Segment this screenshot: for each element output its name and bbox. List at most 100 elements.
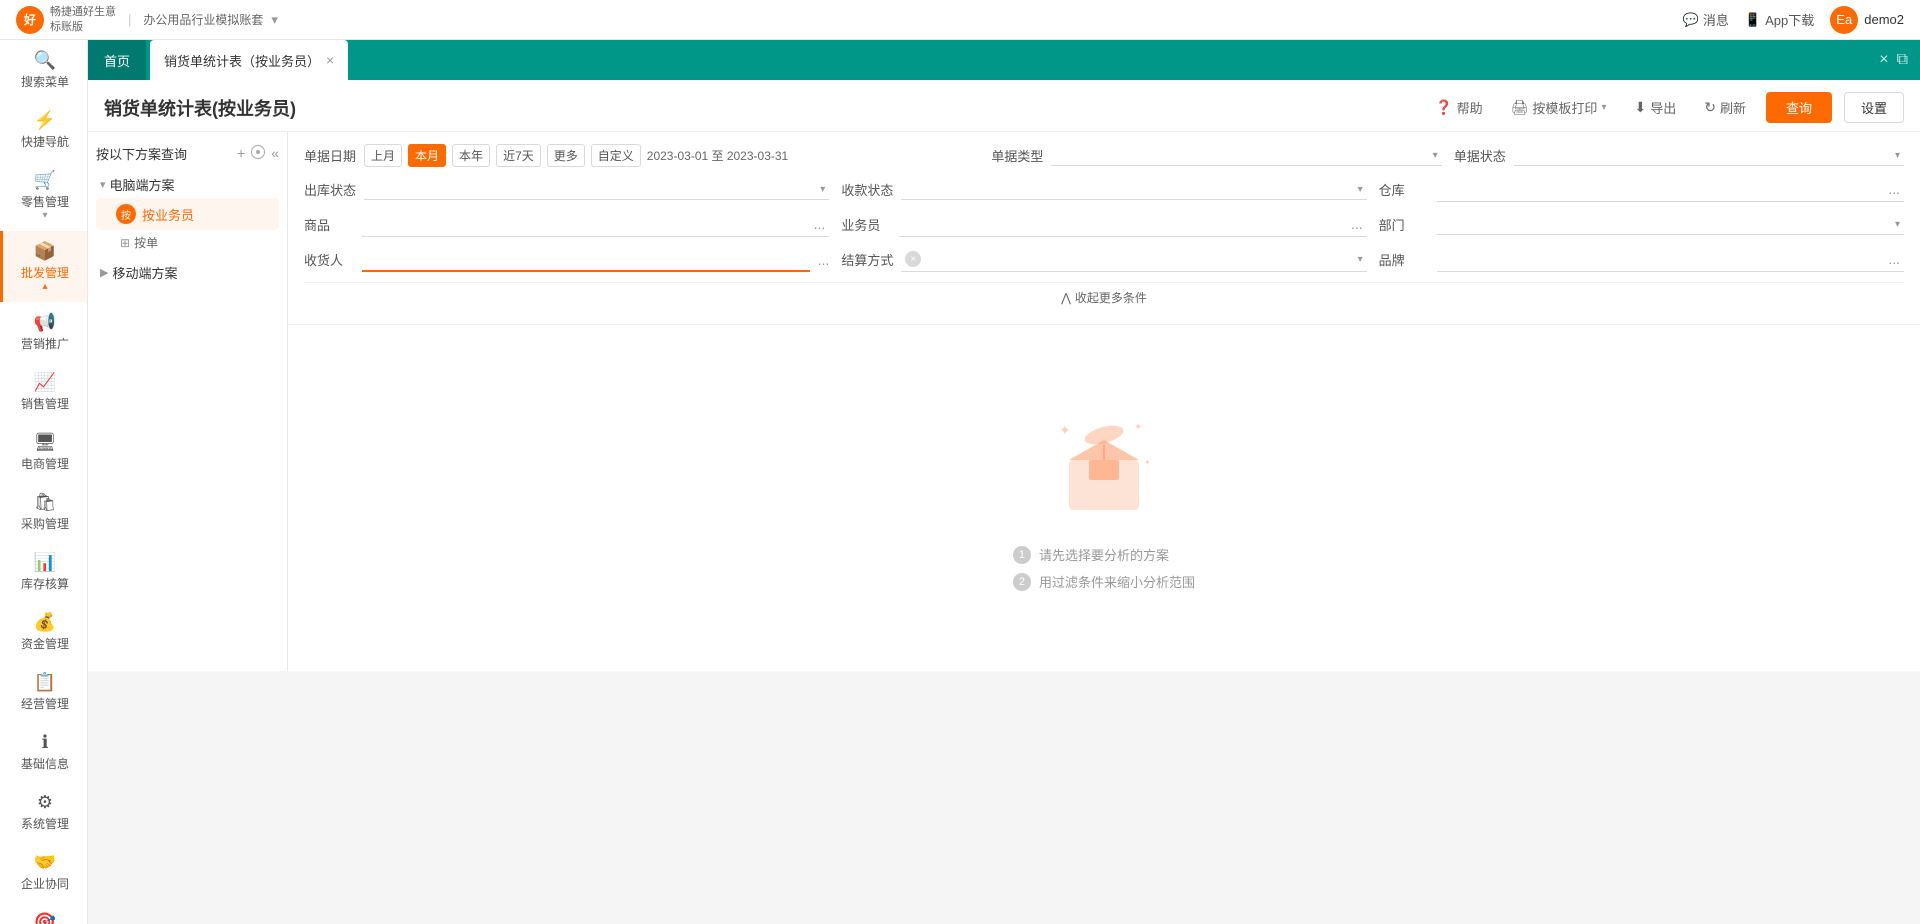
goods-input[interactable]: ... (362, 212, 829, 237)
last-month-btn[interactable]: 上月 (364, 144, 402, 167)
sidebar-item-purchase[interactable]: 🛍 采购管理 (0, 482, 87, 542)
collect-status-select[interactable]: ▾ (901, 180, 1366, 200)
user-area[interactable]: Ea demo2 (1830, 6, 1904, 34)
sidebar-label-ecommerce: 电商管理 (21, 455, 69, 472)
custom-date-btn[interactable]: 自定义 (591, 144, 641, 167)
sidebar-item-system[interactable]: ⚙ 系统管理 (0, 782, 87, 842)
win-restore-btn[interactable]: ⧉ (1897, 51, 1908, 69)
sidebar-label-nav: 快捷导航 (21, 133, 69, 150)
this-month-btn[interactable]: 本月 (408, 144, 446, 167)
message-icon: 💬 (1683, 12, 1699, 28)
more-date-btn[interactable]: 更多 (547, 144, 585, 167)
sidebar-label-inventory: 库存核算 (21, 575, 69, 592)
collapse-bar[interactable]: ⋀ 收起更多条件 (304, 282, 1904, 312)
scheme-active-dot: 按 (116, 204, 136, 224)
left-panel: 按以下方案查询 + « ▾ (88, 132, 288, 671)
message-action[interactable]: 💬 消息 (1683, 10, 1729, 29)
filter-row-1: 单据日期 上月 本月 本年 近7天 更多 自定义 2023-03-01 至 20… (304, 144, 1904, 167)
doc-status-select[interactable]: ▾ (1514, 146, 1904, 166)
page-actions: ❓ 帮助 🖨 按模板打印 ▾ ⬇ 导出 ↻ (1427, 92, 1904, 123)
refresh-btn[interactable]: ↻ 刷新 (1696, 94, 1754, 121)
sidebar-item-finance[interactable]: 💰 资金管理 (0, 602, 87, 662)
warehouse-dots[interactable]: ... (1888, 181, 1900, 197)
sidebar-item-guide[interactable]: 🎯 新手引导 (0, 902, 87, 924)
content-area: 首页 销货单统计表（按业务员） × × ⧉ 销货单统计表(按业务员) ❓ (88, 40, 1920, 924)
consignee-input[interactable] (362, 247, 810, 272)
hint-num-2: 2 (1013, 573, 1031, 591)
salesperson-dots[interactable]: ... (1351, 216, 1363, 232)
filter-brand: 品牌 ... (1379, 247, 1904, 272)
filter-row-2: 出库状态 ▾ 收款状态 (304, 177, 1904, 202)
hint-num-1: 1 (1013, 546, 1031, 564)
settle-clear-btn[interactable]: × (905, 251, 921, 267)
scheme-active-label: 按业务员 (142, 205, 194, 224)
refresh-label: 刷新 (1720, 98, 1746, 117)
salesperson-input[interactable]: ... (899, 212, 1366, 237)
brand-dots[interactable]: ... (1888, 251, 1900, 267)
sidebar-item-collab[interactable]: 🤝 企业协同 (0, 842, 87, 902)
empty-state: ✦ ✦ ✦ 1 请先选择要分析的方案 (288, 325, 1920, 671)
sidebar-label-collab: 企业协同 (21, 875, 69, 892)
guide-icon: 🎯 (34, 912, 56, 924)
last7days-btn[interactable]: 近7天 (496, 144, 541, 167)
scheme-sub-order[interactable]: ⊞ 按单 (96, 230, 279, 255)
settle-select[interactable]: × ▾ (901, 247, 1366, 272)
brand-label: 品牌 (1379, 250, 1429, 269)
sidebar-item-inventory[interactable]: 📊 库存核算 (0, 542, 87, 602)
this-year-btn[interactable]: 本年 (452, 144, 490, 167)
date-range-display: 2023-03-01 至 2023-03-31 (647, 147, 788, 164)
sales-icon: 📈 (34, 372, 56, 393)
collapse-panel-btn[interactable]: « (271, 145, 279, 162)
order-icon: ⊞ (120, 236, 130, 250)
dept-select[interactable]: ▾ (1437, 215, 1904, 235)
system-dropdown-icon[interactable]: ▾ (271, 12, 278, 28)
add-scheme-btn[interactable]: + (237, 145, 245, 162)
scheme-item-salesperson[interactable]: 按 按业务员 (96, 198, 279, 230)
win-close-btn[interactable]: × (1879, 51, 1888, 69)
operation-icon: 📋 (34, 672, 56, 693)
mobile-expand-icon: ▶ (100, 266, 108, 279)
doc-type-select[interactable]: ▾ (1051, 146, 1441, 166)
goods-dots[interactable]: ... (814, 216, 826, 232)
mobile-scheme-label: 移动端方案 (112, 263, 177, 282)
empty-hints: 1 请先选择要分析的方案 2 用过滤条件来缩小分析范围 (1013, 545, 1195, 591)
page-inner: 销货单统计表(按业务员) ❓ 帮助 🖨 按模板打印 ▾ ⬇ (88, 80, 1920, 671)
help-btn[interactable]: ❓ 帮助 (1427, 94, 1490, 121)
template-print-btn[interactable]: 🖨 按模板打印 ▾ (1503, 94, 1615, 121)
sidebar-item-retail[interactable]: 🛒 零售管理 ▾ (0, 160, 87, 231)
sidebar-item-search[interactable]: 🔍 搜索菜单 (0, 40, 87, 100)
sidebar-item-operation[interactable]: 📋 经营管理 (0, 662, 87, 722)
warehouse-input[interactable]: ... (1437, 177, 1904, 202)
query-btn[interactable]: 查询 (1766, 92, 1832, 123)
filter-out-status: 出库状态 ▾ (304, 180, 829, 200)
tab-home[interactable]: 首页 (88, 40, 146, 80)
help-icon: ❓ (1435, 99, 1452, 116)
system-title[interactable]: 办公用品行业模拟账套 (143, 11, 263, 28)
brand-input[interactable]: ... (1437, 247, 1904, 272)
logo-area[interactable]: 好 畅捷通好生意 标账版 (16, 5, 116, 34)
app-download-action[interactable]: 📱 App下载 (1745, 10, 1814, 29)
pc-scheme-header[interactable]: ▾ 电脑端方案 (96, 171, 279, 198)
sidebar-item-wholesale[interactable]: 📦 批发管理 ▴ (0, 231, 87, 302)
settings-btn[interactable]: 设置 (1844, 92, 1904, 123)
consignee-dots[interactable]: ... (818, 252, 830, 268)
date-filter-controls: 上月 本月 本年 近7天 更多 自定义 2023-03-01 至 2023-03… (364, 144, 979, 167)
filter-row-4: 收货人 ... 结算方式 × ▾ (304, 247, 1904, 272)
sidebar-item-basic[interactable]: ℹ 基础信息 (0, 722, 87, 782)
export-btn[interactable]: ⬇ 导出 (1626, 94, 1684, 121)
sidebar-item-marketing[interactable]: 📢 营销推广 (0, 302, 87, 362)
out-status-select[interactable]: ▾ (364, 180, 829, 200)
tab-active[interactable]: 销货单统计表（按业务员） × (150, 40, 348, 80)
user-name[interactable]: demo2 (1864, 12, 1904, 27)
tab-close-btn[interactable]: × (326, 53, 334, 67)
template-dropdown-icon: ▾ (1601, 102, 1606, 113)
sidebar-item-sales[interactable]: 📈 销售管理 (0, 362, 87, 422)
user-avatar: Ea (1830, 6, 1858, 34)
export-label: 导出 (1650, 98, 1676, 117)
sidebar-item-nav[interactable]: ⚡ 快捷导航 (0, 100, 87, 160)
header-left: 好 畅捷通好生意 标账版 | 办公用品行业模拟账套 ▾ (16, 5, 278, 34)
sidebar-label-sales: 销售管理 (21, 395, 69, 412)
mobile-scheme-header[interactable]: ▶ 移动端方案 (96, 259, 279, 286)
sidebar-item-ecommerce[interactable]: 🖥 电商管理 (0, 422, 87, 482)
edit-scheme-btn[interactable] (251, 145, 265, 162)
